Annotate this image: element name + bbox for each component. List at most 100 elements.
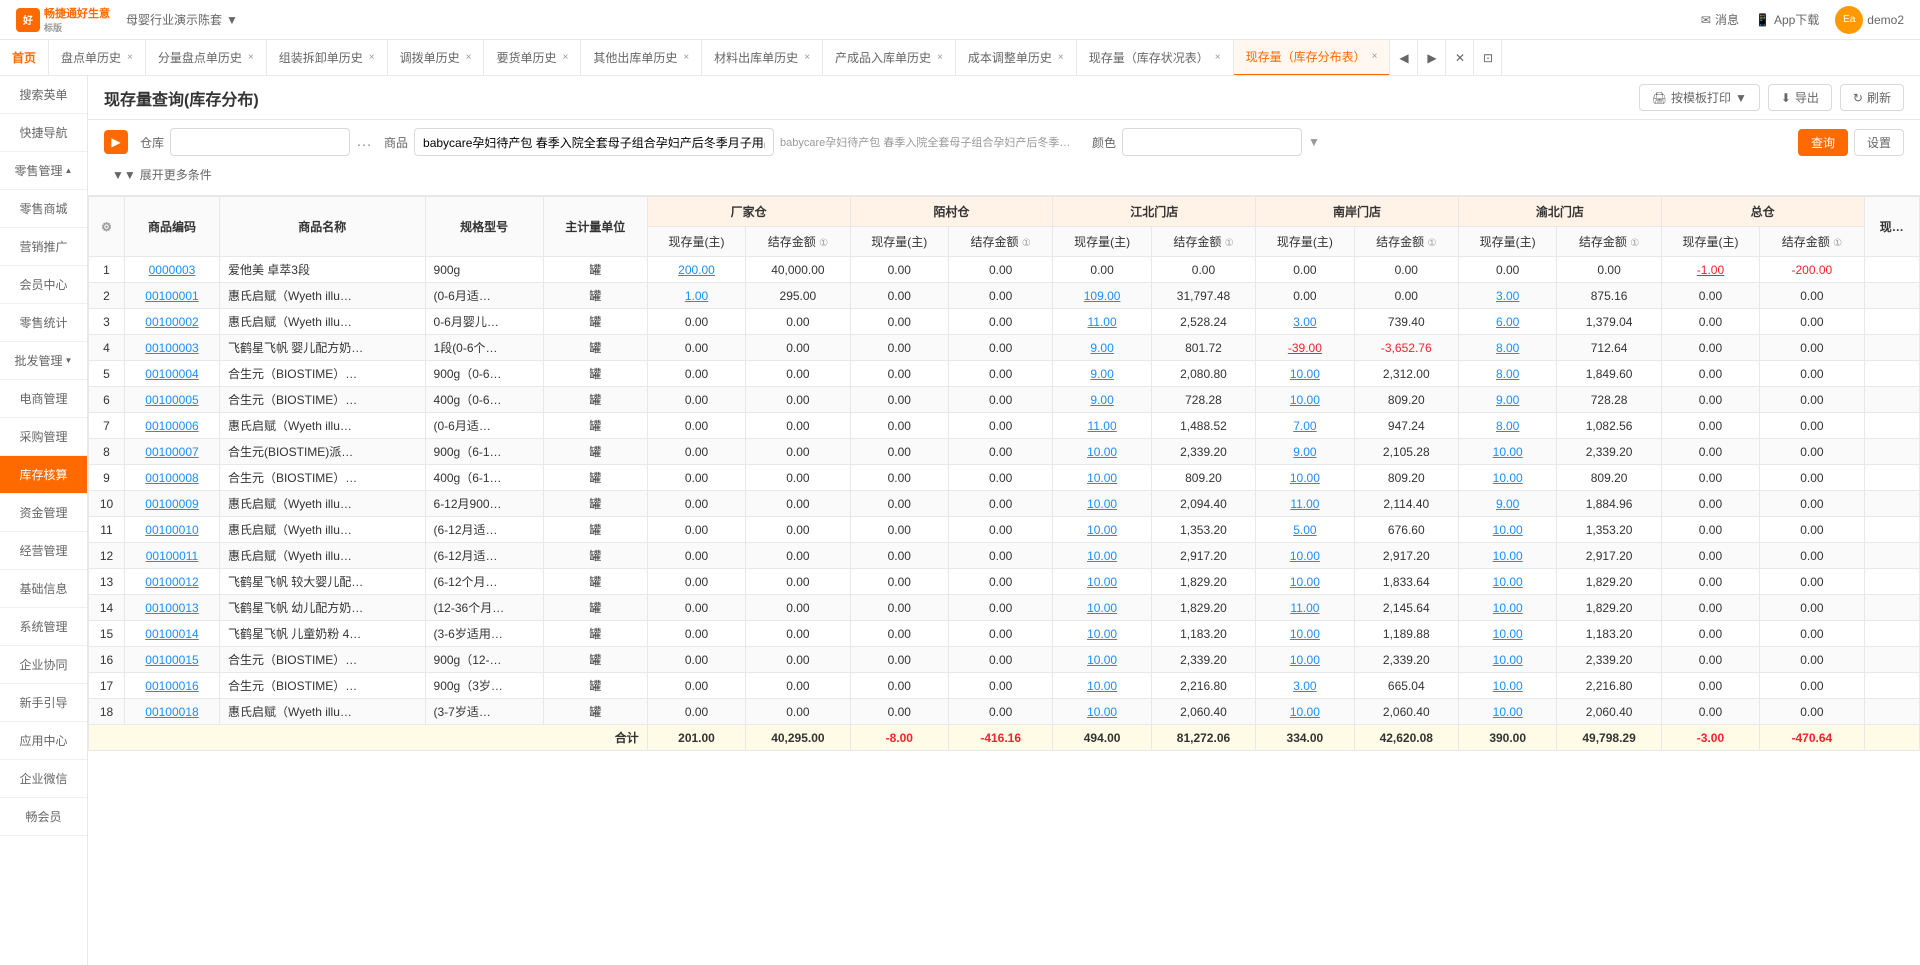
cell-jb-qty[interactable]: 10.00 [1053,699,1151,725]
cell-cj-qty[interactable]: 0.00 [647,309,745,335]
cell-total-qty[interactable]: 0.00 [1661,543,1759,569]
sidebar-item-quick-nav[interactable]: 快捷导航 [0,114,87,152]
tab-close-stock-status[interactable]: × [1215,52,1221,63]
cell-jb-qty[interactable]: 9.00 [1053,361,1151,387]
cell-yb-qty[interactable]: 8.00 [1458,361,1556,387]
cell-na-qty[interactable]: -39.00 [1256,335,1354,361]
cell-code[interactable]: 00100012 [125,569,220,595]
cell-jb-qty[interactable]: 10.00 [1053,595,1151,621]
cell-na-qty[interactable]: 10.00 [1256,465,1354,491]
cell-yb-qty[interactable]: 10.00 [1458,517,1556,543]
cell-jb-qty[interactable]: 0.00 [1053,257,1151,283]
cell-code[interactable]: 00100010 [125,517,220,543]
cell-cj-qty[interactable]: 0.00 [647,465,745,491]
tab-nav-close[interactable]: ✕ [1446,40,1474,76]
cell-yb-qty[interactable]: 8.00 [1458,335,1556,361]
cell-na-qty[interactable]: 10.00 [1256,647,1354,673]
product-input[interactable] [414,128,774,156]
th-settings[interactable]: ⚙ [89,197,125,257]
cell-code[interactable]: 00100005 [125,387,220,413]
sidebar-item-retail-store[interactable]: 零售商城 [0,190,87,228]
cell-code[interactable]: 0000003 [125,257,220,283]
cell-jb-qty[interactable]: 10.00 [1053,673,1151,699]
cell-total-qty[interactable]: 0.00 [1661,335,1759,361]
tab-close-other-out[interactable]: × [683,52,689,63]
cell-jb-qty[interactable]: 9.00 [1053,335,1151,361]
warehouse-input[interactable] [170,128,350,156]
tab-nav-prev[interactable]: ◀ [1390,40,1418,76]
cell-na-qty[interactable]: 10.00 [1256,543,1354,569]
cell-mc-qty[interactable]: 0.00 [850,465,948,491]
cell-mc-qty[interactable]: 0.00 [850,595,948,621]
cell-mc-qty[interactable]: 0.00 [850,647,948,673]
cell-na-qty[interactable]: 10.00 [1256,621,1354,647]
user-menu[interactable]: Ea demo2 [1835,6,1904,34]
cell-mc-qty[interactable]: 0.00 [850,413,948,439]
tab-stock-dist[interactable]: 现存量（库存分布表） × [1234,40,1391,76]
cell-yb-qty[interactable]: 8.00 [1458,413,1556,439]
cell-total-qty[interactable]: 0.00 [1661,361,1759,387]
cell-na-qty[interactable]: 11.00 [1256,595,1354,621]
cell-jb-qty[interactable]: 10.00 [1053,569,1151,595]
cell-jb-qty[interactable]: 10.00 [1053,517,1151,543]
cell-total-qty[interactable]: 0.00 [1661,517,1759,543]
cell-na-qty[interactable]: 0.00 [1256,283,1354,309]
cell-code[interactable]: 00100016 [125,673,220,699]
tab-transfer[interactable]: 调拨单历史 × [388,40,485,76]
cell-na-qty[interactable]: 10.00 [1256,699,1354,725]
cell-code[interactable]: 00100015 [125,647,220,673]
cell-yb-qty[interactable]: 10.00 [1458,621,1556,647]
sidebar-item-retail-mgmt[interactable]: 零售管理 ▲ [0,152,87,190]
sidebar-item-finance[interactable]: 资金管理 [0,494,87,532]
refresh-btn[interactable]: ↻ 刷新 [1840,84,1904,111]
cell-jb-qty[interactable]: 11.00 [1053,309,1151,335]
cell-jb-qty[interactable]: 10.00 [1053,621,1151,647]
cell-total-qty[interactable]: 0.00 [1661,699,1759,725]
sidebar-item-wholesale[interactable]: 批发管理 ▼ [0,342,87,380]
tab-close-transfer[interactable]: × [466,52,472,63]
cell-na-qty[interactable]: 10.00 [1256,387,1354,413]
cell-cj-qty[interactable]: 0.00 [647,361,745,387]
cell-yb-qty[interactable]: 10.00 [1458,465,1556,491]
tab-inventory-count[interactable]: 盘点单历史 × [49,40,146,76]
cell-yb-qty[interactable]: 0.00 [1458,257,1556,283]
tab-close-material-out[interactable]: × [804,52,810,63]
cell-mc-qty[interactable]: 0.00 [850,257,948,283]
cell-mc-qty[interactable]: 0.00 [850,283,948,309]
cell-na-qty[interactable]: 10.00 [1256,569,1354,595]
cell-code[interactable]: 00100003 [125,335,220,361]
app-download-btn[interactable]: 📱 App下载 [1755,11,1819,28]
expand-more-btn[interactable]: ▼▼ 展开更多条件 [104,162,1904,187]
tab-close-cost-adjust[interactable]: × [1058,52,1064,63]
cell-jb-qty[interactable]: 10.00 [1053,647,1151,673]
query-btn[interactable]: 查询 [1798,129,1848,156]
tab-product-in[interactable]: 产成品入库单历史 × [823,40,956,76]
cell-total-qty[interactable]: 0.00 [1661,283,1759,309]
cell-yb-qty[interactable]: 10.00 [1458,439,1556,465]
cell-cj-qty[interactable]: 0.00 [647,439,745,465]
cell-code[interactable]: 00100004 [125,361,220,387]
sidebar-item-app-center[interactable]: 应用中心 [0,722,87,760]
sidebar-item-purchase[interactable]: 采购管理 [0,418,87,456]
cell-na-qty[interactable]: 3.00 [1256,309,1354,335]
cell-mc-qty[interactable]: 0.00 [850,491,948,517]
cell-code[interactable]: 00100013 [125,595,220,621]
tab-close-stock-dist[interactable]: × [1372,51,1378,62]
export-btn[interactable]: ⬇ 导出 [1768,84,1832,111]
cell-mc-qty[interactable]: 0.00 [850,621,948,647]
cell-mc-qty[interactable]: 0.00 [850,543,948,569]
tab-close-product-in[interactable]: × [937,52,943,63]
cell-jb-qty[interactable]: 10.00 [1053,439,1151,465]
settings-icon[interactable]: ⚙ [101,220,112,234]
cell-cj-qty[interactable]: 0.00 [647,569,745,595]
cell-cj-qty[interactable]: 0.00 [647,413,745,439]
sidebar-item-search[interactable]: 搜索英单 [0,76,87,114]
cell-mc-qty[interactable]: 0.00 [850,517,948,543]
cell-mc-qty[interactable]: 0.00 [850,335,948,361]
cell-na-qty[interactable]: 7.00 [1256,413,1354,439]
tab-close-requisition[interactable]: × [562,52,568,63]
cell-total-qty[interactable]: 0.00 [1661,673,1759,699]
cell-jb-qty[interactable]: 10.00 [1053,465,1151,491]
cell-code[interactable]: 00100011 [125,543,220,569]
cell-yb-qty[interactable]: 10.00 [1458,569,1556,595]
